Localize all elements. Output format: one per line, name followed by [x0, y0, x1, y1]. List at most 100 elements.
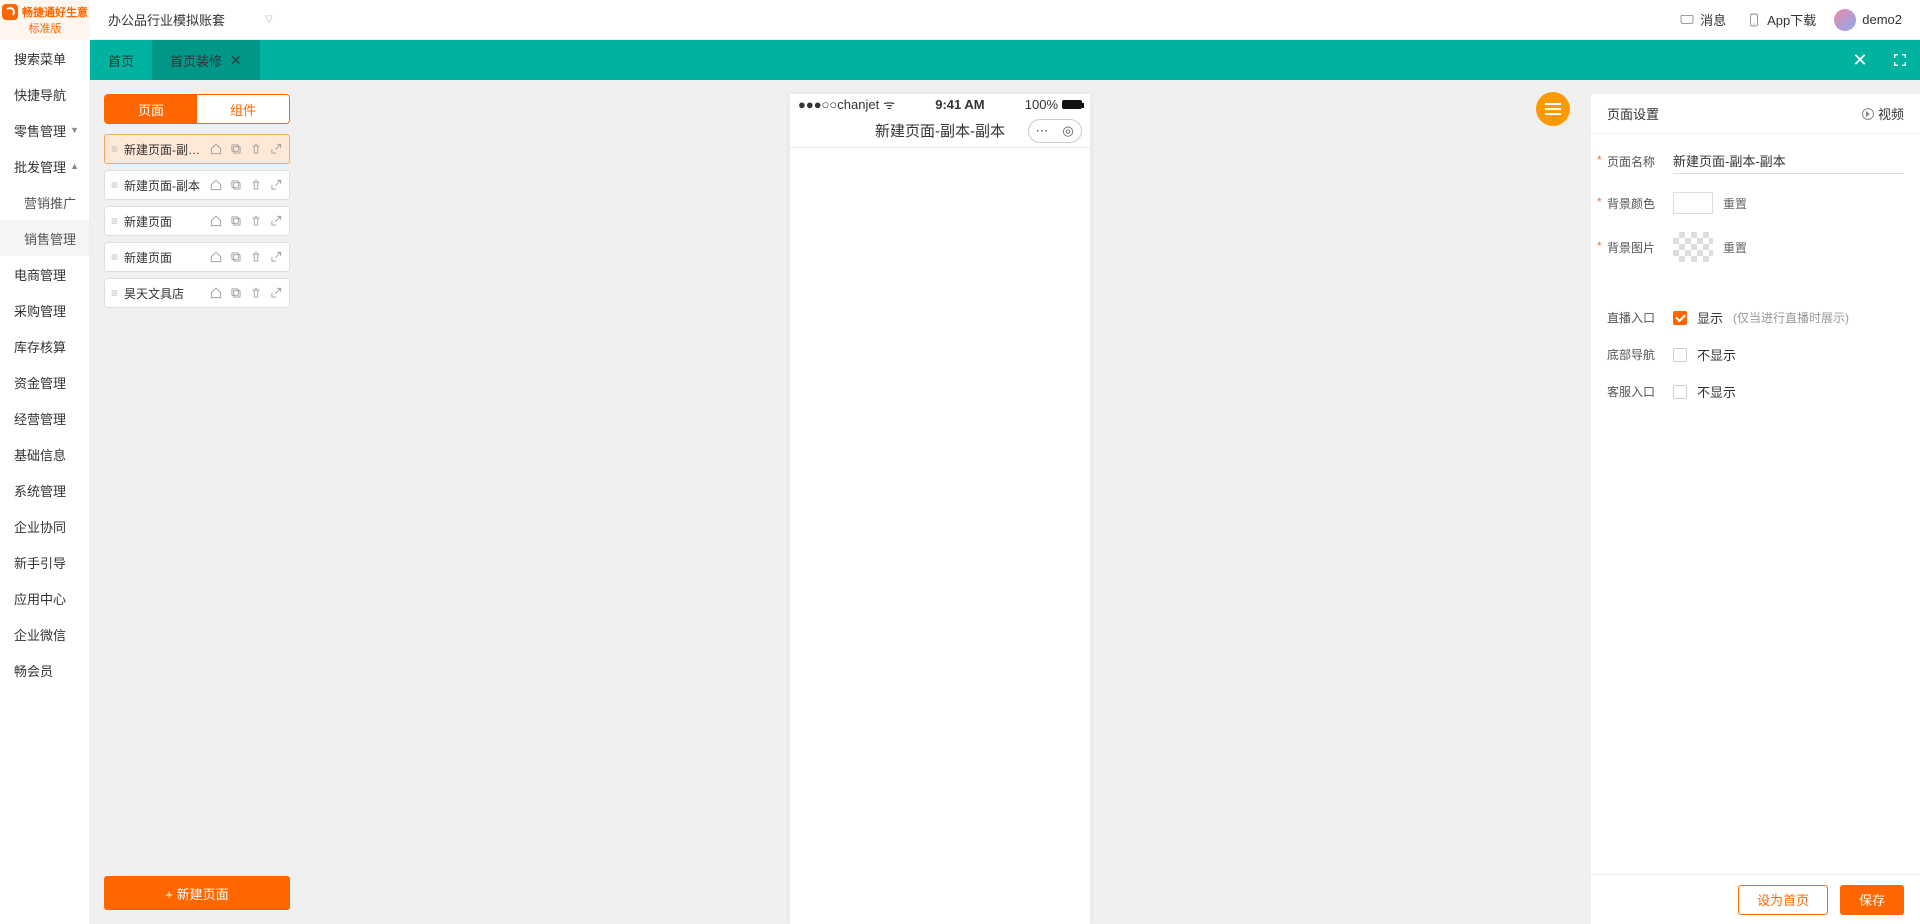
fullscreen-button[interactable] [1880, 40, 1920, 80]
sidebar-item[interactable]: 资金管理 [0, 364, 89, 400]
messages-button[interactable]: 消息 [1669, 10, 1736, 29]
new-page-button[interactable]: + 新建页面 [104, 876, 290, 910]
live-entry-checkbox[interactable] [1673, 311, 1687, 325]
segment-component[interactable]: 组件 [197, 95, 289, 123]
home-icon[interactable] [209, 214, 223, 228]
drag-icon[interactable]: ≡ [111, 142, 118, 156]
bg-color-label: 背景颜色 [1607, 195, 1663, 212]
copy-icon[interactable] [229, 178, 243, 192]
tab-label: 首页 [108, 51, 134, 70]
sidebar-item[interactable]: 库存核算 [0, 328, 89, 364]
delete-icon[interactable] [249, 178, 263, 192]
bg-image-reset[interactable]: 重置 [1723, 239, 1747, 256]
share-icon[interactable] [269, 250, 283, 264]
miniprogram-capsule[interactable]: ⋯ ◎ [1028, 119, 1082, 143]
page-item-name: 新建页面-副本… [124, 141, 203, 158]
share-icon[interactable] [269, 142, 283, 156]
drag-icon[interactable]: ≡ [111, 250, 118, 264]
copy-icon[interactable] [229, 286, 243, 300]
phone-title-text: 新建页面-副本-副本 [875, 120, 1005, 141]
preview-area: ●●●○○ chanjet ᯤ 9:41 AM 100% 新建页面-副本-副本 … [304, 94, 1576, 924]
drag-icon[interactable]: ≡ [111, 178, 118, 192]
segment-page[interactable]: 页面 [105, 95, 197, 123]
sidebar-item[interactable]: 畅会员 [0, 652, 89, 688]
live-entry-show: 显示 [1697, 308, 1723, 327]
video-help-label: 视频 [1878, 104, 1904, 123]
phone-canvas[interactable] [790, 148, 1090, 924]
sidebar-item[interactable]: 经营管理 [0, 400, 89, 436]
sidebar-item[interactable]: 系统管理 [0, 472, 89, 508]
sidebar-item[interactable]: 企业协同 [0, 508, 89, 544]
set-home-button[interactable]: 设为首页 [1738, 885, 1828, 915]
page-name-input[interactable] [1673, 148, 1904, 174]
page-item-name: 新建页面 [124, 213, 203, 230]
delete-icon[interactable] [249, 250, 263, 264]
bg-color-swatch[interactable] [1673, 192, 1713, 214]
home-icon[interactable] [209, 250, 223, 264]
battery-label: 100% [1025, 97, 1058, 112]
layers-fab-button[interactable] [1536, 92, 1570, 126]
delete-icon[interactable] [249, 286, 263, 300]
more-icon: ⋯ [1029, 120, 1055, 142]
caret-down-icon: ▼ [70, 125, 79, 135]
page-list-item[interactable]: ≡ 新建页面 [104, 206, 290, 236]
save-button[interactable]: 保存 [1840, 885, 1904, 915]
sidebar-item[interactable]: 电商管理 [0, 256, 89, 292]
sidebar-item[interactable]: 批发管理▲ [0, 148, 89, 184]
bg-image-label: 背景图片 [1607, 239, 1663, 256]
sidebar-item[interactable]: 基础信息 [0, 436, 89, 472]
sidebar-item[interactable]: 搜索菜单 [0, 40, 89, 76]
sidebar-item[interactable]: 应用中心 [0, 580, 89, 616]
page-list-item[interactable]: ≡新建页面 [104, 242, 290, 272]
service-entry-label: 客服入口 [1607, 383, 1663, 400]
sidebar-item[interactable]: 新手引导 [0, 544, 89, 580]
sidebar-item[interactable]: 企业微信 [0, 616, 89, 652]
user-menu[interactable]: demo2 [1826, 9, 1902, 31]
delete-icon[interactable] [249, 142, 263, 156]
target-icon: ◎ [1055, 120, 1081, 142]
share-icon[interactable] [269, 214, 283, 228]
topbar: 畅捷通好生意 标准版 办公品行业模拟账套 ▽ 消息 App下载 demo2 [0, 0, 1920, 40]
share-icon[interactable] [269, 286, 283, 300]
account-selector[interactable]: 办公品行业模拟账套 ▽ [108, 10, 273, 29]
copy-icon[interactable] [229, 214, 243, 228]
sidebar-item[interactable]: 快捷导航 [0, 76, 89, 112]
app-download-label: App下载 [1767, 10, 1816, 29]
video-help-link[interactable]: 视频 [1862, 104, 1904, 123]
sidebar-item[interactable]: 采购管理 [0, 292, 89, 328]
home-icon[interactable] [209, 142, 223, 156]
phone-icon [1746, 12, 1762, 28]
bg-image-swatch[interactable] [1673, 232, 1713, 262]
sidebar-subitem[interactable]: 销售管理 [0, 220, 89, 256]
page-list-item[interactable]: ≡新建页面-副本 [104, 170, 290, 200]
share-icon[interactable] [269, 178, 283, 192]
drag-icon[interactable]: ≡ [111, 286, 118, 300]
carrier-label: chanjet [837, 97, 879, 112]
tab-close-icon[interactable]: ✕ [230, 52, 242, 69]
page-list: ≡新建页面-副本…≡新建页面-副本≡新建页面≡新建页面≡昊天文具店 [104, 134, 290, 870]
home-icon[interactable] [209, 178, 223, 192]
sidebar-subitem[interactable]: 营销推广 [0, 184, 89, 220]
user-name: demo2 [1862, 12, 1902, 27]
bg-color-reset[interactable]: 重置 [1723, 195, 1747, 212]
page-list-item[interactable]: ≡ 昊天文具店 [104, 278, 290, 308]
bottom-nav-checkbox[interactable] [1673, 348, 1687, 362]
brand-edition: 标准版 [29, 20, 62, 36]
page-item-name: 昊天文具店 [124, 285, 203, 302]
tab[interactable]: 首页 [90, 40, 152, 80]
drag-icon[interactable]: ≡ [111, 214, 118, 228]
delete-icon[interactable] [249, 214, 263, 228]
sidebar-item[interactable]: 零售管理▼ [0, 112, 89, 148]
logo: 畅捷通好生意 标准版 [0, 0, 90, 40]
messages-label: 消息 [1700, 10, 1726, 29]
tab[interactable]: 首页装修✕ [152, 40, 260, 80]
page-list-item[interactable]: ≡ 新建页面-副本… [104, 134, 290, 164]
home-icon[interactable] [209, 286, 223, 300]
service-entry-checkbox[interactable] [1673, 385, 1687, 399]
copy-icon[interactable] [229, 250, 243, 264]
play-icon [1862, 108, 1874, 120]
chevron-down-icon: ▽ [265, 14, 273, 25]
copy-icon[interactable] [229, 142, 243, 156]
app-download-button[interactable]: App下载 [1736, 10, 1826, 29]
close-all-button[interactable]: ✕ [1840, 40, 1880, 80]
